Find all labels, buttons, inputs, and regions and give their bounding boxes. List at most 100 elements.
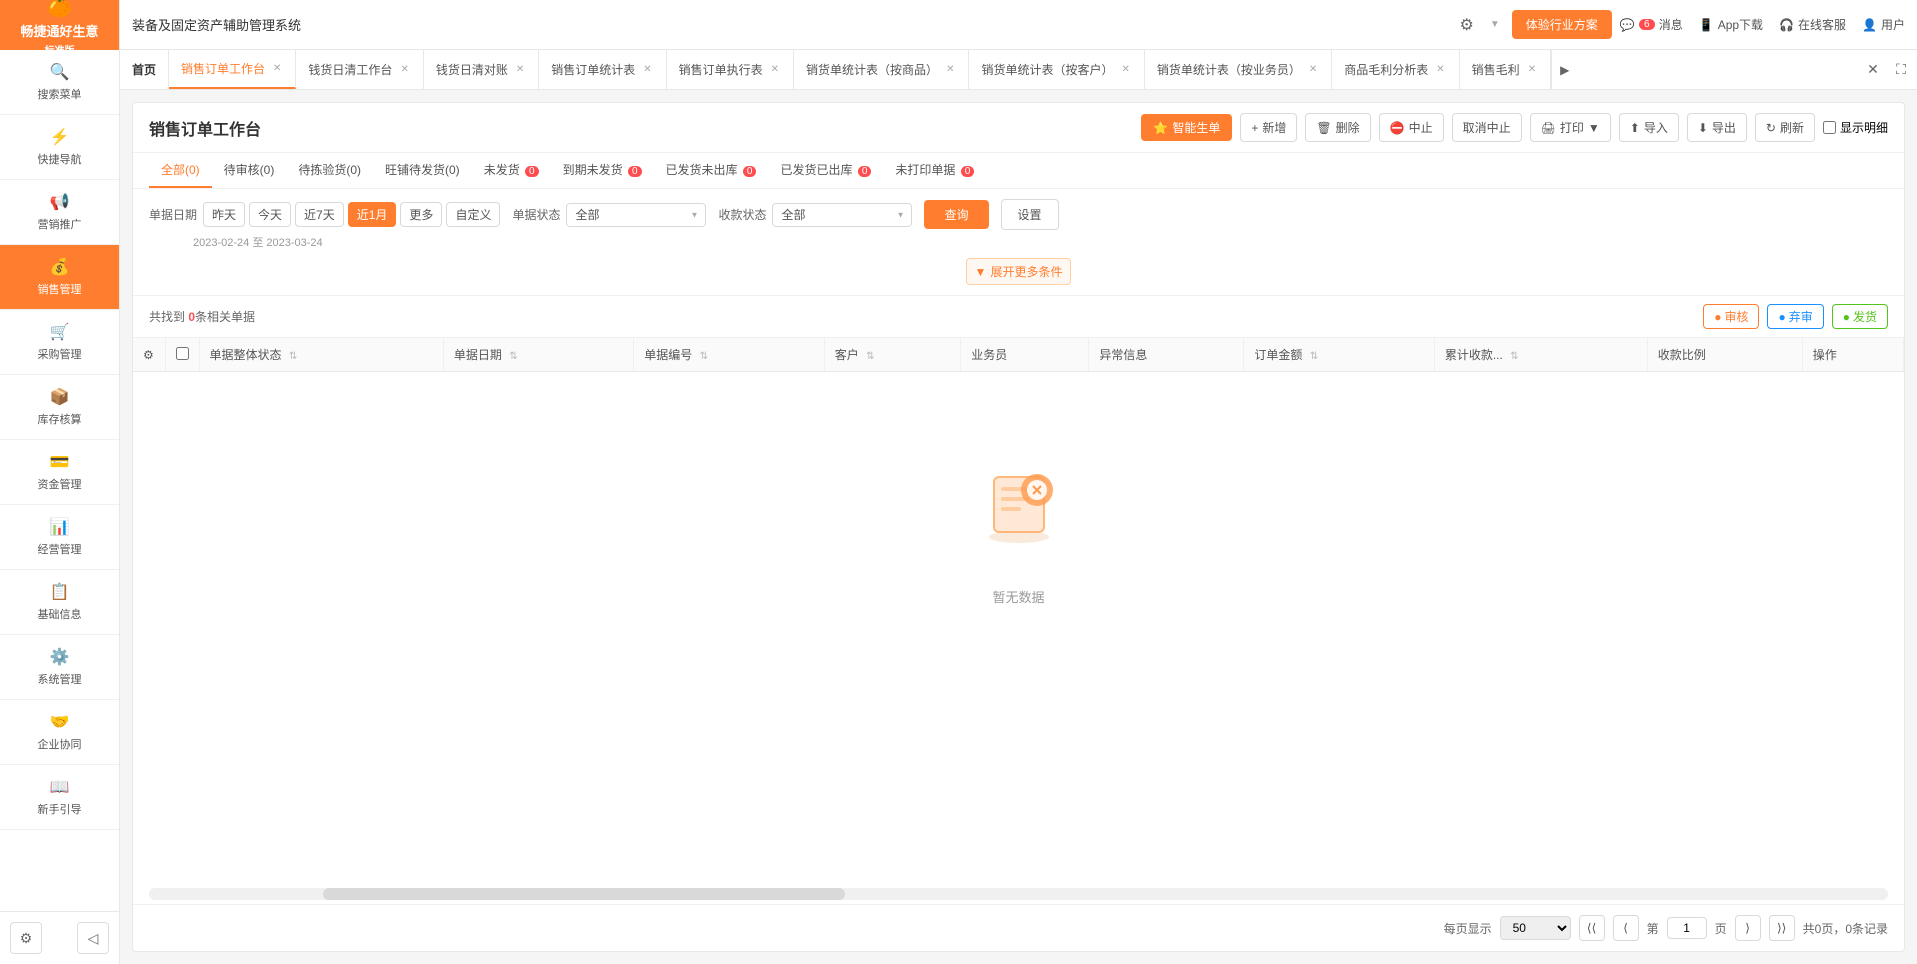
close-icon[interactable]: ✕ [1526, 62, 1538, 77]
message-item[interactable]: 💬 6 消息 [1620, 16, 1683, 33]
user-item[interactable]: 👤 用户 [1862, 16, 1905, 33]
add-btn[interactable]: + 新增 [1240, 113, 1297, 142]
date-btn-today[interactable]: 今天 [249, 202, 291, 227]
page-next-btn[interactable]: ⟩ [1735, 915, 1761, 941]
show-detail-checkbox[interactable] [1823, 121, 1836, 134]
subtab-not-printed[interactable]: 未打印单据 0 [883, 153, 986, 188]
close-icon[interactable]: ✕ [769, 62, 781, 77]
sidebar-item-quicknav[interactable]: ⚡ 快捷导航 [0, 115, 119, 180]
th-exception: 异常信息 [1089, 338, 1244, 372]
close-icon[interactable]: ✕ [944, 62, 956, 77]
date-btn-yesterday[interactable]: 昨天 [203, 202, 245, 227]
sidebar-item-search[interactable]: 🔍 搜索菜单 [0, 50, 119, 115]
abandon-review-btn[interactable]: ● 弃审 [1767, 304, 1823, 329]
col-staff-label: 业务员 [971, 348, 1007, 362]
close-icon[interactable]: ✕ [514, 62, 526, 77]
query-btn[interactable]: 查询 [924, 200, 988, 229]
refresh-btn[interactable]: ↻ 刷新 [1755, 113, 1815, 142]
tab-maximize-btn[interactable]: ⛶ [1889, 58, 1913, 82]
tab-sales-stats[interactable]: 销售订单统计表 ✕ [539, 50, 666, 89]
app-logo: 🍊 畅捷通好生意 标准版 [0, 0, 119, 50]
table-scroll[interactable]: ⚙ 单据整体状态 ⇅ 单据日期 [133, 338, 1904, 884]
export-btn[interactable]: ⬇ 导出 [1687, 113, 1747, 142]
experience-btn[interactable]: 体验行业方案 [1512, 10, 1612, 39]
gear-icon[interactable]: ⚙ [1456, 11, 1478, 39]
subtab-overdue-ship[interactable]: 到期未发货 0 [551, 153, 654, 188]
empty-svg [969, 452, 1069, 552]
tabs-more-btn[interactable]: ▶ [1551, 50, 1577, 89]
filter-row-1: 单据日期 昨天 今天 近7天 近1月 更多 自定义 单据状态 [149, 199, 1888, 230]
tab-home[interactable]: 首页 [120, 50, 169, 89]
tab-sales-exec[interactable]: 销售订单执行表 ✕ [667, 50, 794, 89]
date-btn-1month[interactable]: 近1月 [348, 202, 397, 227]
status-select[interactable]: 全部 [566, 203, 706, 227]
ship-btn[interactable]: ● 发货 [1832, 304, 1888, 329]
payment-select[interactable]: 全部 [772, 203, 912, 227]
close-icon[interactable]: ✕ [271, 61, 283, 76]
smart-generate-btn[interactable]: ⭐ 智能生单 [1141, 114, 1232, 141]
tab-sales-by-staff[interactable]: 销货单统计表（按业务员） ✕ [1145, 50, 1332, 89]
col-customer-label: 客户 [835, 348, 859, 362]
sidebar-item-enterprise[interactable]: 🤝 企业协同 [0, 700, 119, 765]
page-first-btn[interactable]: ⟨⟨ [1579, 915, 1605, 941]
sidebar-item-inventory[interactable]: 📦 库存核算 [0, 375, 119, 440]
tab-gross-profit[interactable]: 商品毛利分析表 ✕ [1332, 50, 1459, 89]
close-icon[interactable]: ✕ [1119, 62, 1131, 77]
tab-sales-gross[interactable]: 销售毛利 ✕ [1460, 50, 1551, 89]
subtab-all[interactable]: 全部(0) [149, 153, 212, 188]
expand-filter-btn[interactable]: ▼ 展开更多条件 [966, 258, 1072, 285]
page-prev-btn[interactable]: ⟨ [1613, 915, 1639, 941]
main-card: 销售订单工作台 ⭐ 智能生单 + 新增 🗑 删除 ⛔ [132, 102, 1905, 952]
sidebar-item-finance[interactable]: 💳 资金管理 [0, 440, 119, 505]
subtab-not-shipped[interactable]: 未发货 0 [472, 153, 551, 188]
cancel-stop-btn[interactable]: 取消中止 [1452, 113, 1522, 142]
subtab-shipped-not-out[interactable]: 已发货未出库 0 [654, 153, 769, 188]
online-service-item[interactable]: 🎧 在线客服 [1779, 16, 1846, 33]
page-summary: 共0页，0条记录 [1803, 920, 1888, 937]
close-icon[interactable]: ✕ [641, 62, 653, 77]
tab-daily-reconcile[interactable]: 钱货日清对账 ✕ [424, 50, 539, 89]
print-btn[interactable]: 🖨 打印 ▼ [1530, 113, 1611, 142]
gear-icon[interactable]: ⚙ [143, 348, 154, 362]
col-amount-label: 订单金额 [1254, 348, 1302, 362]
collapse-btn[interactable]: ◁ [77, 922, 109, 954]
subtab-pending-review[interactable]: 待审核(0) [212, 153, 287, 188]
horizontal-scrollbar[interactable] [149, 888, 1888, 900]
tab-sales-by-customer[interactable]: 销货单统计表（按客户） ✕ [969, 50, 1144, 89]
stop-label: 中止 [1409, 119, 1433, 136]
close-icon[interactable]: ✕ [1434, 62, 1446, 77]
close-icon[interactable]: ✕ [398, 62, 410, 77]
tab-sales-workbench[interactable]: 销售订单工作台 ✕ [169, 50, 296, 89]
sidebar-item-system[interactable]: ⚙️ 系统管理 [0, 635, 119, 700]
date-btn-7days[interactable]: 近7天 [295, 202, 344, 227]
page-last-btn[interactable]: ⟩⟩ [1769, 915, 1795, 941]
tab-close-all-btn[interactable]: ✕ [1861, 58, 1885, 82]
app-download-item[interactable]: 📱 App下载 [1699, 16, 1763, 33]
review-btn[interactable]: ● 审核 [1703, 304, 1759, 329]
shipped-not-out-badge: 0 [743, 166, 757, 177]
sidebar-item-basic-info[interactable]: 📋 基础信息 [0, 570, 119, 635]
setting-btn[interactable]: 设置 [1001, 199, 1059, 230]
close-icon[interactable]: ✕ [1307, 62, 1319, 77]
sidebar-item-marketing[interactable]: 📢 营销推广 [0, 180, 119, 245]
sidebar-item-operations[interactable]: 📊 经营管理 [0, 505, 119, 570]
subtab-shipped-out[interactable]: 已发货已出库 0 [768, 153, 883, 188]
import-btn[interactable]: ⬆ 导入 [1619, 113, 1679, 142]
sidebar-item-newbie[interactable]: 📖 新手引导 [0, 765, 119, 830]
stop-btn[interactable]: ⛔ 中止 [1379, 113, 1444, 142]
delete-btn[interactable]: 🗑 删除 [1305, 113, 1370, 142]
date-btn-custom[interactable]: 自定义 [446, 202, 500, 227]
tab-daily-clear[interactable]: 钱货日清工作台 ✕ [296, 50, 423, 89]
abandon-label: 弃审 [1789, 308, 1813, 325]
date-btn-more[interactable]: 更多 [400, 202, 442, 227]
scrollbar-thumb[interactable] [323, 888, 845, 900]
subtab-wangpu-pending[interactable]: 旺铺待发货(0) [373, 153, 472, 188]
sidebar-item-sales[interactable]: 💰 销售管理 [0, 245, 119, 310]
sidebar-item-purchase[interactable]: 🛒 采购管理 [0, 310, 119, 375]
settings-btn[interactable]: ⚙ [10, 922, 42, 954]
subtab-pending-pick[interactable]: 待拣验货(0) [286, 153, 373, 188]
tab-sales-by-product[interactable]: 销货单统计表（按商品） ✕ [794, 50, 969, 89]
page-input[interactable] [1667, 917, 1707, 939]
page-size-select[interactable]: 10 20 50 100 [1500, 916, 1571, 940]
select-all-checkbox[interactable] [176, 347, 189, 360]
